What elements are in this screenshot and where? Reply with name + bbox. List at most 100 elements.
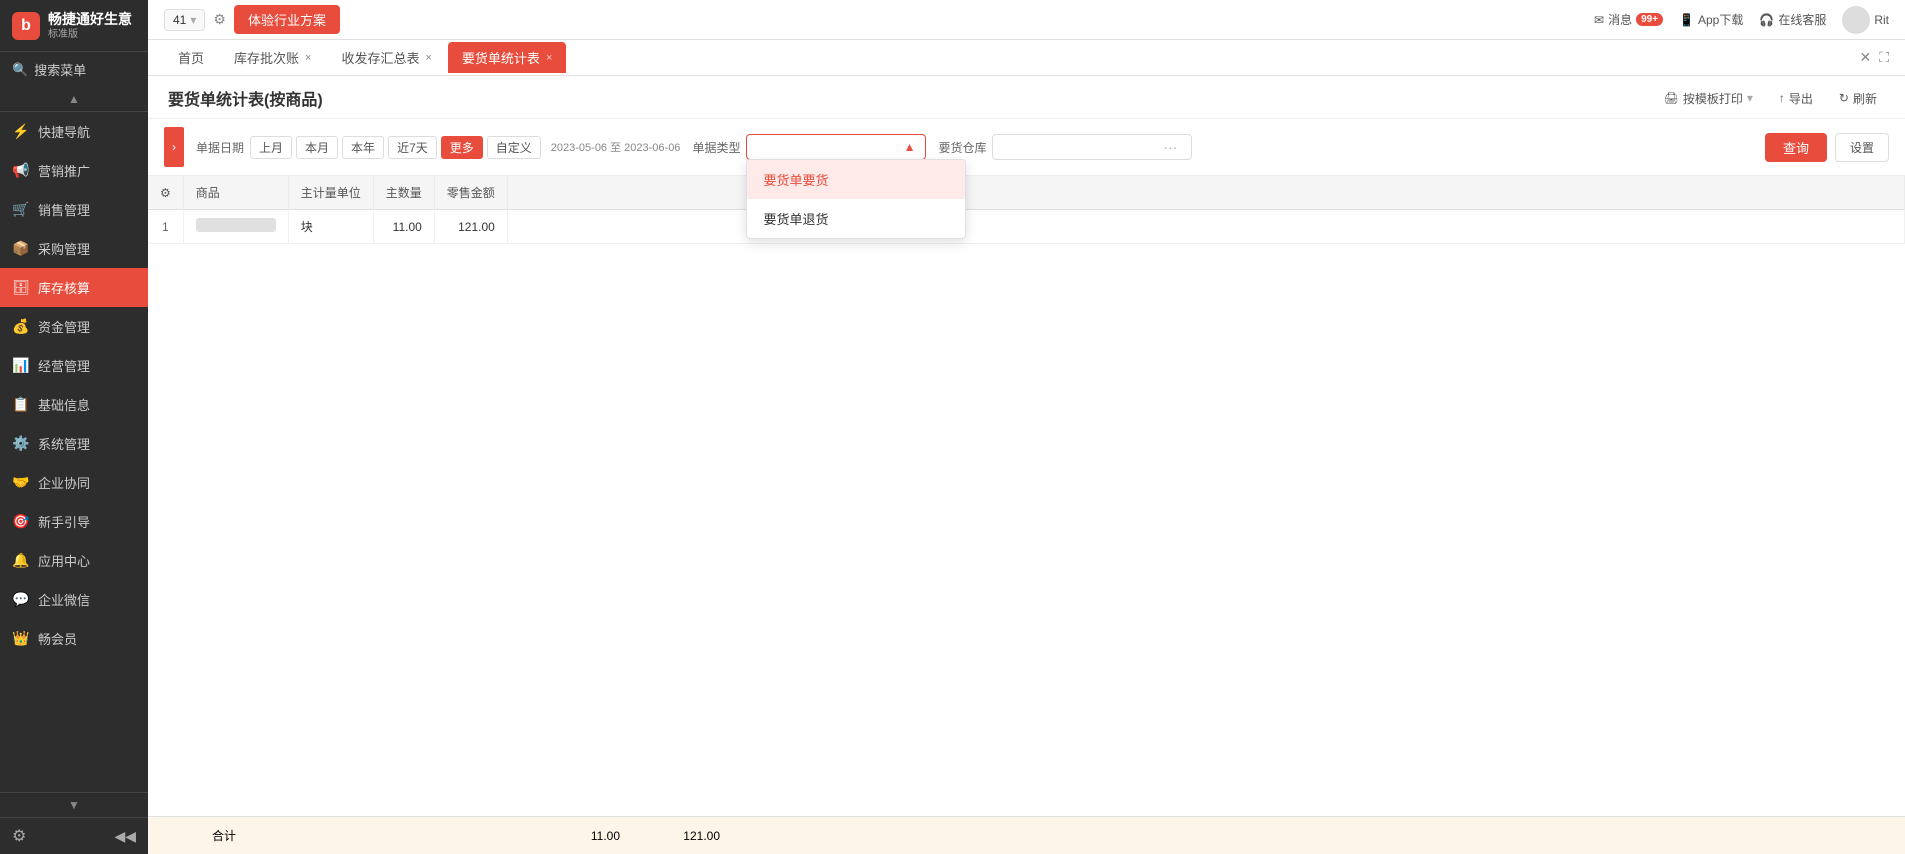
sidebar-item-finance[interactable]: 💰 资金管理 <box>0 307 148 346</box>
sidebar-item-wechat[interactable]: 💬 企业微信 <box>0 580 148 619</box>
sidebar-item-label: 快捷导航 <box>38 122 90 141</box>
appstore-icon: 🔔 <box>12 552 30 569</box>
sales-icon: 🛒 <box>12 201 30 218</box>
btn-last-month[interactable]: 上月 <box>250 136 292 159</box>
sidebar-item-sales[interactable]: 🛒 销售管理 <box>0 190 148 229</box>
sidebar-item-marketing[interactable]: 📢 营销推广 <box>0 151 148 190</box>
table-container: ⚙ 商品 主计量单位 主数量 零售金额 1 <box>148 176 1905 816</box>
user-name: Rit <box>1874 13 1889 27</box>
tab-inventory-batch[interactable]: 库存批次账 × <box>220 42 325 73</box>
inventory-icon: 🗄 <box>12 279 30 296</box>
btn-this-month[interactable]: 本月 <box>296 136 338 159</box>
sidebar-item-label: 畅会员 <box>38 629 77 648</box>
service-item[interactable]: 🎧 在线客服 <box>1759 11 1826 28</box>
footer-amount: 121.00 <box>620 829 720 843</box>
type-label: 单据类型 <box>692 139 740 156</box>
sidebar-item-appstore[interactable]: 🔔 应用中心 <box>0 541 148 580</box>
tab-receive-summary-close[interactable]: × <box>425 52 431 64</box>
row-product <box>183 210 288 244</box>
btn-custom[interactable]: 自定义 <box>487 136 541 159</box>
export-btn[interactable]: ↑ 导出 <box>1771 87 1821 110</box>
close-all-tabs[interactable]: ✕ <box>1859 49 1871 66</box>
sidebar-collapse-icon[interactable]: ◀◀ <box>114 828 136 845</box>
dropdown-item-order-return[interactable]: 要货单退货 <box>747 199 965 238</box>
service-label: 在线客服 <box>1778 11 1826 28</box>
footer-quantity: 11.00 <box>520 829 620 843</box>
col-extra <box>507 176 1904 210</box>
order-return-label: 要货单退货 <box>763 212 828 227</box>
filter-date-group: 单据日期 上月 本月 本年 近7天 更多 自定义 2023-05-06 至 20… <box>196 136 680 159</box>
sidebar-scroll-down[interactable]: ▼ <box>0 795 148 815</box>
sidebar-settings-icon[interactable]: ⚙ <box>12 826 26 846</box>
filter-expand-btn[interactable]: › <box>164 127 184 167</box>
members-icon: 👑 <box>12 630 30 647</box>
sidebar-item-system[interactable]: ⚙️ 系统管理 <box>0 424 148 463</box>
chevron-up-icon: ▲ <box>904 140 916 154</box>
sidebar-item-label: 资金管理 <box>38 317 90 336</box>
download-icon: 📱 <box>1679 13 1694 27</box>
warehouse-label: 要货仓库 <box>938 139 986 156</box>
user-item[interactable]: Rit <box>1842 6 1889 34</box>
sidebar-scroll-up[interactable]: ▲ <box>0 89 148 109</box>
download-item[interactable]: 📱 App下载 <box>1679 11 1743 28</box>
sidebar-item-enterprise[interactable]: 🤝 企业协同 <box>0 463 148 502</box>
tab-receive-summary-label: 收发存汇总表 <box>341 48 419 67</box>
sidebar-item-label: 企业协同 <box>38 473 90 492</box>
btn-this-year[interactable]: 本年 <box>342 136 384 159</box>
topbar-gear-icon[interactable]: ⚙ <box>213 11 226 28</box>
print-arrow-icon: ▾ <box>1747 91 1753 105</box>
print-label: 按模板打印 <box>1683 90 1743 107</box>
tab-order-stats[interactable]: 要货单统计表 × <box>448 42 566 73</box>
dropdown-item-order-goods[interactable]: 要货单要货 <box>747 160 965 199</box>
btn-more-dates[interactable]: 更多 <box>441 136 483 159</box>
tab-home[interactable]: 首页 <box>164 42 218 73</box>
page-header: 要货单统计表(按商品) 🖨 按模板打印 ▾ ↑ 导出 ↻ 刷新 <box>148 76 1905 119</box>
sidebar-item-label: 企业微信 <box>38 590 90 609</box>
tab-receive-summary[interactable]: 收发存汇总表 × <box>327 42 445 73</box>
message-label: 消息 <box>1608 11 1632 28</box>
sidebar-item-quick-nav[interactable]: ⚡ 快捷导航 <box>0 112 148 151</box>
sidebar-item-inventory[interactable]: 🗄 库存核算 <box>0 268 148 307</box>
query-button[interactable]: 查询 <box>1765 133 1827 162</box>
tab-order-stats-label: 要货单统计表 <box>462 48 540 67</box>
wechat-icon: 💬 <box>12 591 30 608</box>
footer-label: 合计 <box>200 827 400 844</box>
page-title: 要货单统计表(按商品) <box>168 86 323 110</box>
tab-inventory-batch-close[interactable]: × <box>305 52 311 64</box>
page-area: 要货单统计表(按商品) 🖨 按模板打印 ▾ ↑ 导出 ↻ 刷新 › <box>148 76 1905 854</box>
sidebar-item-label: 新手引导 <box>38 512 90 531</box>
message-item[interactable]: ✉ 消息 99+ <box>1594 11 1663 28</box>
type-select-box[interactable]: ▲ 要货单要货 要货单退货 <box>746 134 926 160</box>
btn-last-7days[interactable]: 近7天 <box>388 136 437 159</box>
set-button[interactable]: 设置 <box>1835 133 1889 162</box>
filter-date-range: 2023-05-06 至 2023-06-06 <box>551 139 681 155</box>
filter-bar: › 单据日期 上月 本月 本年 近7天 更多 自定义 2023-05-06 至 … <box>148 119 1905 176</box>
trial-btn[interactable]: 体验行业方案 <box>234 5 340 34</box>
message-icon: ✉ <box>1594 13 1604 27</box>
print-btn[interactable]: 🖨 按模板打印 ▾ <box>1656 87 1761 110</box>
refresh-btn[interactable]: ↻ 刷新 <box>1831 87 1885 110</box>
sidebar-item-guide[interactable]: 🎯 新手引导 <box>0 502 148 541</box>
sidebar-item-label: 营销推广 <box>38 161 90 180</box>
col-product: 商品 <box>183 176 288 210</box>
topbar-store-select[interactable]: 41 ▾ <box>164 9 205 31</box>
sidebar-item-label: 库存核算 <box>38 278 90 297</box>
download-label: App下载 <box>1698 11 1743 28</box>
maximize-icon[interactable]: ⛶ <box>1879 49 1889 66</box>
sidebar-item-members[interactable]: 👑 畅会员 <box>0 619 148 658</box>
tabs-actions: ✕ ⛶ <box>1859 49 1889 66</box>
warehouse-select-box[interactable]: ··· <box>992 134 1192 160</box>
order-goods-label: 要货单要货 <box>763 173 828 188</box>
sidebar-item-label: 系统管理 <box>38 434 90 453</box>
refresh-label: 刷新 <box>1853 90 1877 107</box>
row-amount: 121.00 <box>434 210 507 244</box>
tab-order-stats-close[interactable]: × <box>546 52 552 64</box>
sidebar-item-basic[interactable]: 📋 基础信息 <box>0 385 148 424</box>
sidebar-item-operation[interactable]: 📊 经营管理 <box>0 346 148 385</box>
settings-gear-icon: ⚙ <box>160 186 171 200</box>
sidebar-search[interactable]: 🔍 搜索菜单 <box>0 52 148 87</box>
col-settings[interactable]: ⚙ <box>148 176 183 210</box>
sidebar-item-purchase[interactable]: 📦 采购管理 <box>0 229 148 268</box>
main-content: 41 ▾ ⚙ 体验行业方案 ✉ 消息 99+ 📱 App下载 🎧 在线客服 R <box>148 0 1905 854</box>
logo-subtitle: 标准版 <box>48 28 132 41</box>
